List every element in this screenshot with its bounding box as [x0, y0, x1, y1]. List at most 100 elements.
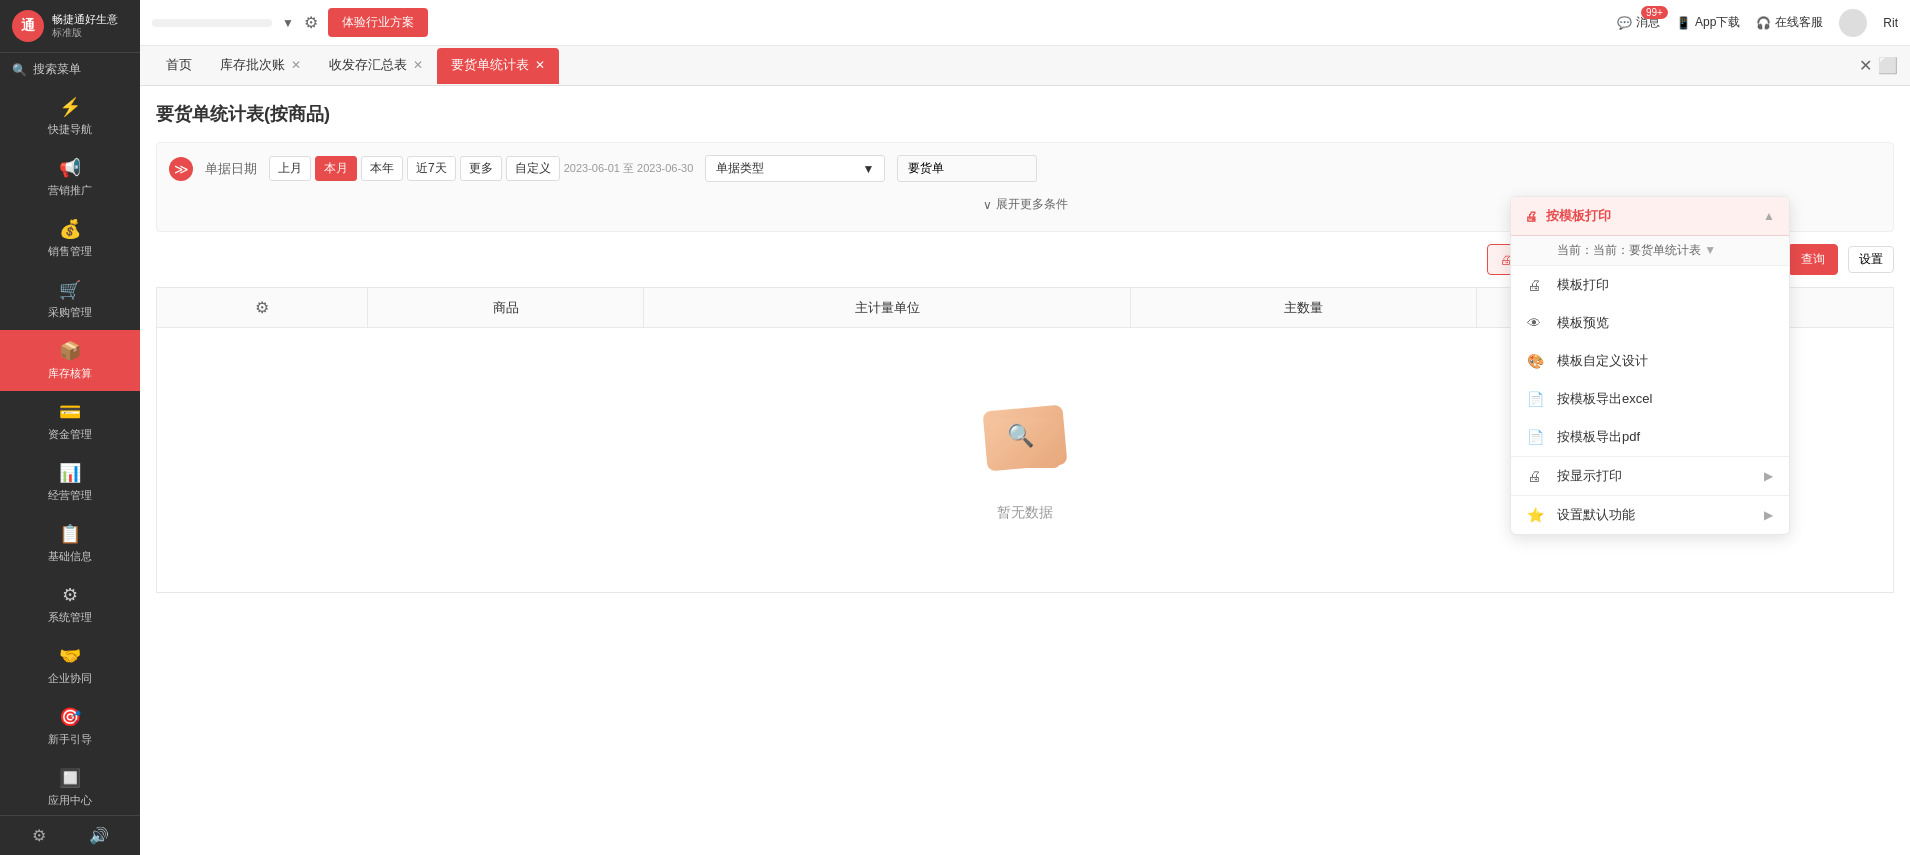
goods-filter-input[interactable]: 要货单	[897, 155, 1037, 182]
message-badge: 99+	[1641, 6, 1668, 19]
sidebar-item-label: 应用中心	[48, 793, 92, 808]
message-btn[interactable]: 💬 消息 99+	[1617, 14, 1660, 31]
basic-icon: 📋	[59, 523, 81, 545]
sidebar-item-label: 采购管理	[48, 305, 92, 320]
dropdown-export-excel[interactable]: 📄 按模板导出excel	[1511, 380, 1789, 418]
export-pdf-label: 按模板导出pdf	[1557, 428, 1640, 446]
sidebar-item-quick-nav[interactable]: ⚡ 快捷导航	[0, 86, 140, 147]
export-excel-icon: 📄	[1527, 391, 1547, 407]
page-title: 要货单统计表(按商品)	[156, 102, 1894, 126]
dropdown-collapse-icon[interactable]: ▲	[1763, 209, 1775, 223]
message-icon: 💬	[1617, 16, 1632, 30]
col-qty: 主数量	[1131, 288, 1477, 328]
dropdown-template-custom[interactable]: 🎨 模板自定义设计	[1511, 342, 1789, 380]
marketing-icon: 📢	[59, 157, 81, 179]
table-col-settings-icon[interactable]: ⚙	[255, 299, 269, 316]
online-service-btn[interactable]: 🎧 在线客服	[1756, 14, 1823, 31]
dropdown-export-pdf[interactable]: 📄 按模板导出pdf	[1511, 418, 1789, 456]
logo-icon: 通	[12, 10, 44, 42]
tab-receipt-summary[interactable]: 收发存汇总表 ✕	[315, 48, 437, 84]
sidebar-item-sales[interactable]: 💰 销售管理	[0, 208, 140, 269]
search-menu[interactable]: 🔍 搜索菜单	[0, 53, 140, 86]
sound-icon[interactable]: 🔊	[89, 826, 109, 845]
order-type-select[interactable]: 单据类型 ▼	[705, 155, 885, 182]
sidebar-item-enterprise[interactable]: 🤝 企业协同	[0, 635, 140, 696]
default-func-arrow: ▶	[1764, 508, 1773, 522]
sidebar-item-label: 经营管理	[48, 488, 92, 503]
enterprise-icon: 🤝	[59, 645, 81, 667]
template-preview-label: 模板预览	[1557, 314, 1609, 332]
filter-collapse-btn[interactable]: ≫	[169, 157, 193, 181]
sidebar-item-finance[interactable]: 💳 资金管理	[0, 391, 140, 452]
date-btn-last-month[interactable]: 上月	[269, 156, 311, 181]
date-btn-custom[interactable]: 自定义	[506, 156, 560, 181]
tab-bar: 首页 库存批次账 ✕ 收发存汇总表 ✕ 要货单统计表 ✕ ✕ ⬜	[140, 46, 1910, 86]
topbar-settings-icon[interactable]: ⚙	[304, 13, 318, 32]
date-options: 上月 本月 本年 近7天 更多 自定义 2023-06-01 至 2023-06…	[269, 156, 693, 181]
sidebar-item-purchase[interactable]: 🛒 采购管理	[0, 269, 140, 330]
sidebar-item-inventory[interactable]: 📦 库存核算	[0, 330, 140, 391]
col-settings[interactable]: ⚙	[157, 288, 368, 328]
date-btn-more[interactable]: 更多	[460, 156, 502, 181]
inventory-icon: 📦	[59, 340, 81, 362]
dropdown-display-print[interactable]: 🖨 按显示打印 ▶	[1511, 457, 1789, 495]
default-func-label: 设置默认功能	[1557, 506, 1635, 524]
tab-order-stats-label: 要货单统计表	[451, 56, 529, 74]
topbar-right: 💬 消息 99+ 📱 App下载 🎧 在线客服 Rit	[1617, 9, 1898, 37]
sidebar-bottom: ⚙ 🔊	[0, 815, 140, 855]
tab-order-stats[interactable]: 要货单统计表 ✕	[437, 48, 559, 84]
tab-inventory-batch-close[interactable]: ✕	[291, 58, 301, 72]
main-area: ▼ ⚙ 体验行业方案 💬 消息 99+ 📱 App下载 🎧 在线客服 Rit 首…	[140, 0, 1910, 855]
finance-icon: 💳	[59, 401, 81, 423]
tab-home[interactable]: 首页	[152, 48, 206, 84]
tab-close-window-btn[interactable]: ✕	[1859, 56, 1872, 75]
topbar-search	[152, 19, 272, 27]
tab-inventory-batch[interactable]: 库存批次账 ✕	[206, 48, 315, 84]
tab-order-stats-close[interactable]: ✕	[535, 58, 545, 72]
app-download-btn[interactable]: 📱 App下载	[1676, 14, 1740, 31]
expand-more-label: 展开更多条件	[996, 196, 1068, 213]
date-btn-this-year[interactable]: 本年	[361, 156, 403, 181]
tab-maximize-btn[interactable]: ⬜	[1878, 56, 1898, 75]
sidebar-item-guide[interactable]: 🎯 新手引导	[0, 696, 140, 757]
display-print-label: 按显示打印	[1557, 467, 1622, 485]
dropdown-template-preview[interactable]: 👁 模板预览	[1511, 304, 1789, 342]
dropdown-print-icon: 🖨	[1525, 209, 1538, 224]
app-logo: 通 畅捷通好生意 标准版	[0, 0, 140, 53]
online-service-label: 在线客服	[1775, 14, 1823, 31]
sidebar-item-label: 基础信息	[48, 549, 92, 564]
topbar-dropdown-arrow[interactable]: ▼	[282, 16, 294, 30]
sidebar-nav: ⚡ 快捷导航 📢 营销推广 💰 销售管理 🛒 采购管理 📦 库存核算 💳 资金管…	[0, 86, 140, 815]
sidebar-item-basic[interactable]: 📋 基础信息	[0, 513, 140, 574]
empty-illustration: 🔍	[965, 398, 1085, 488]
filter-row-1: ≫ 单据日期 上月 本月 本年 近7天 更多 自定义 2023-06-01 至 …	[169, 155, 1881, 182]
sidebar-item-operation[interactable]: 📊 经营管理	[0, 452, 140, 513]
trial-button[interactable]: 体验行业方案	[328, 8, 428, 37]
template-print-label: 模板打印	[1557, 276, 1609, 294]
display-print-icon: 🖨	[1527, 468, 1547, 484]
avatar[interactable]	[1839, 9, 1867, 37]
sidebar-item-system[interactable]: ⚙ 系统管理	[0, 574, 140, 635]
quick-nav-icon: ⚡	[59, 96, 81, 118]
settings-bottom-icon[interactable]: ⚙	[32, 826, 46, 845]
dropdown-current-arrow[interactable]: ▼	[1704, 243, 1716, 257]
table-settings-button[interactable]: 设置	[1848, 246, 1894, 273]
tab-receipt-summary-close[interactable]: ✕	[413, 58, 423, 72]
query-button[interactable]: 查询	[1788, 244, 1838, 275]
order-type-label: 单据类型	[716, 160, 764, 177]
date-btn-7days[interactable]: 近7天	[407, 156, 456, 181]
dropdown-template-print[interactable]: 🖨 模板打印	[1511, 266, 1789, 304]
sidebar-item-app-center[interactable]: 🔲 应用中心	[0, 757, 140, 815]
date-btn-this-month[interactable]: 本月	[315, 156, 357, 181]
dropdown-default-func[interactable]: ⭐ 设置默认功能 ▶	[1511, 496, 1789, 534]
col-unit: 主计量单位	[644, 288, 1131, 328]
topbar: ▼ ⚙ 体验行业方案 💬 消息 99+ 📱 App下载 🎧 在线客服 Rit	[140, 0, 1910, 46]
tab-window-controls: ✕ ⬜	[1859, 56, 1898, 75]
app-center-icon: 🔲	[59, 767, 81, 789]
sidebar-item-label: 企业协同	[48, 671, 92, 686]
tab-home-label: 首页	[166, 56, 192, 74]
dropdown-header: 🖨 按模板打印 ▲	[1511, 197, 1789, 236]
sidebar-item-marketing[interactable]: 📢 营销推广	[0, 147, 140, 208]
app-download-icon: 📱	[1676, 16, 1691, 30]
export-pdf-icon: 📄	[1527, 429, 1547, 445]
